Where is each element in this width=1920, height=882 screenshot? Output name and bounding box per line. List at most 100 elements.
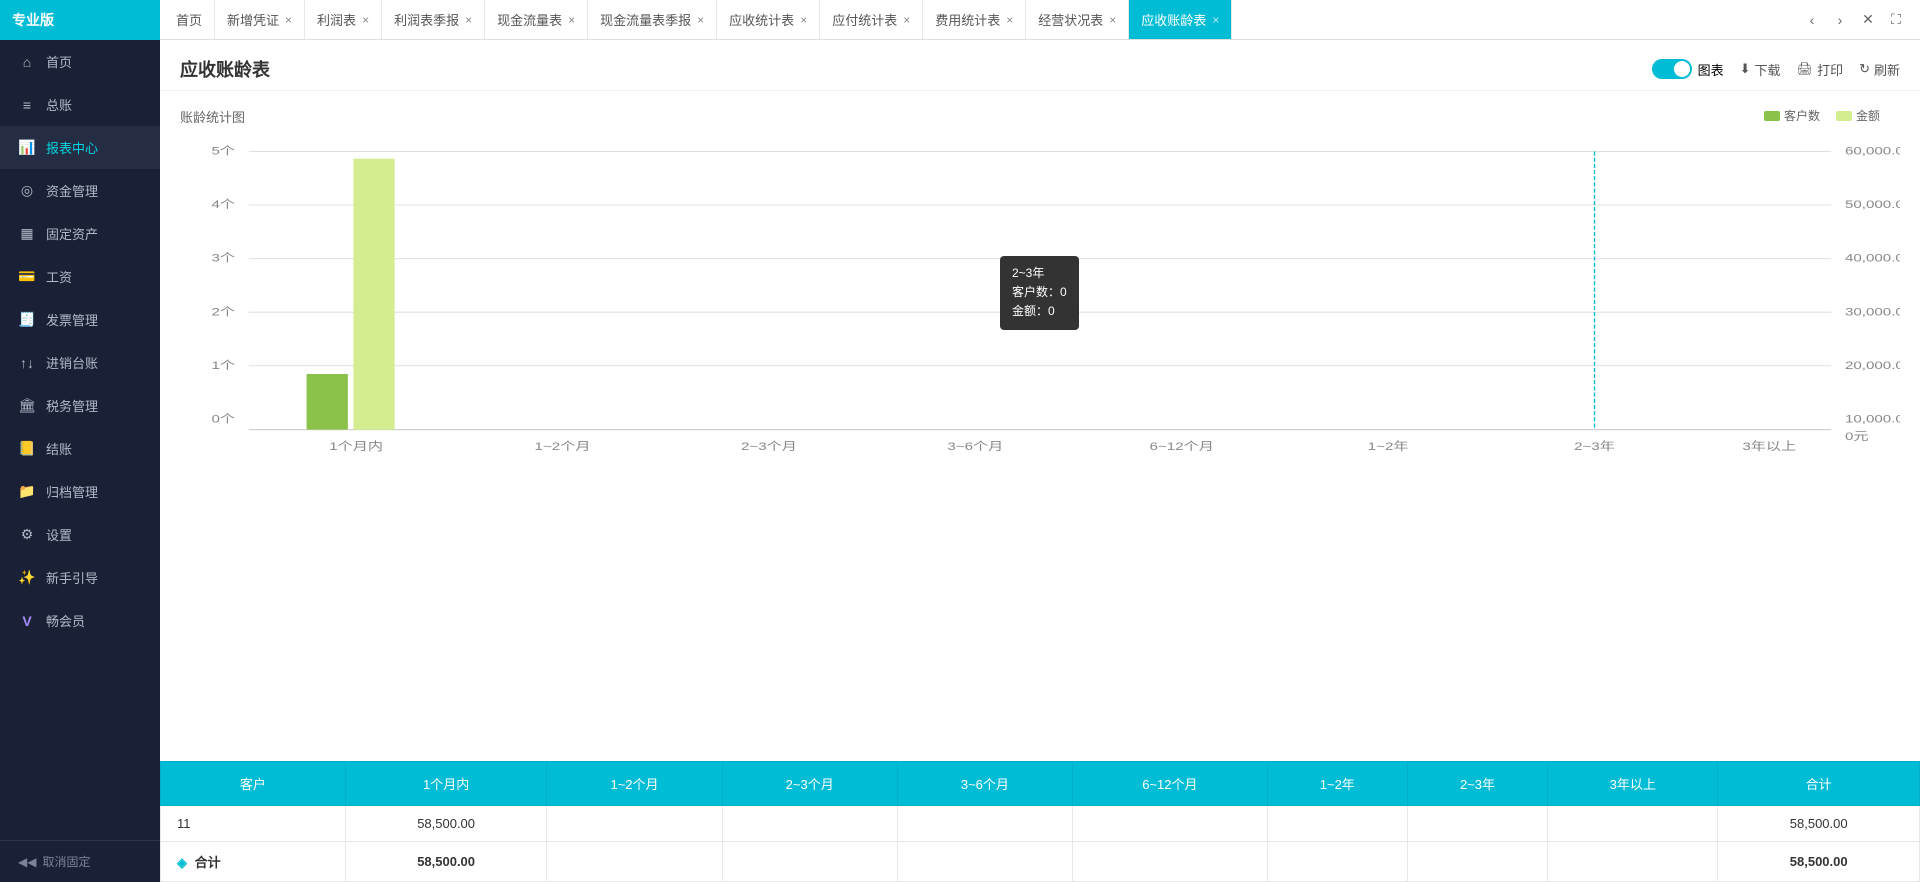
- tab-fullscreen[interactable]: ⛶: [1884, 8, 1908, 32]
- print-button[interactable]: 🖨 打印: [1797, 60, 1844, 79]
- gear-icon: ⚙: [18, 526, 36, 544]
- tab-profit[interactable]: 利润表 ×: [305, 0, 382, 40]
- table-header-row: 客户 1个月内 1~2个月 2~3个月 3~6个月 6~12个月 1~2年 2~…: [161, 762, 1920, 806]
- tab-payable-stat[interactable]: 应付统计表 ×: [820, 0, 923, 40]
- sidebar-item-label: 资金管理: [46, 181, 98, 200]
- svg-text:6~12个月: 6~12个月: [1150, 440, 1214, 453]
- ledger-icon: ≡: [18, 96, 36, 114]
- sidebar-item-label: 发票管理: [46, 310, 98, 329]
- chart-toggle[interactable]: [1652, 59, 1692, 79]
- tab-receivable-stat[interactable]: 应收统计表 ×: [717, 0, 820, 40]
- sidebar-item-archive[interactable]: 📁 归档管理: [0, 470, 160, 513]
- svg-text:0元: 0元: [1845, 430, 1869, 443]
- sidebar: 专业版 ⌂ 首页 ≡ 总账 📊 报表中心 ◎ 资金管理 ▦ 固定资产 💳 工资 …: [0, 0, 160, 882]
- tab-home[interactable]: 首页: [164, 0, 215, 40]
- download-button[interactable]: ⬇ 下载: [1740, 60, 1781, 79]
- table-row: 11 58,500.00 58,500.00: [161, 806, 1920, 842]
- total-m5: [1073, 842, 1268, 882]
- tab-cashflow-close[interactable]: ×: [568, 13, 575, 27]
- col-m7: 2~3年: [1407, 762, 1547, 806]
- tab-expense-stat[interactable]: 费用统计表 ×: [923, 0, 1026, 40]
- sidebar-item-assets[interactable]: ▦ 固定资产: [0, 212, 160, 255]
- unpin-label: 取消固定: [42, 853, 90, 870]
- total-m8: [1548, 842, 1718, 882]
- cell-m6: [1267, 806, 1407, 842]
- cell-m1: 58,500.00: [345, 806, 547, 842]
- unpin-button[interactable]: ◀◀ 取消固定: [0, 840, 160, 882]
- page-content: 应收账龄表 图表 ⬇ 下载 🖨 打印 ↻ 刷新: [160, 40, 1920, 882]
- tab-close-all[interactable]: ✕: [1856, 8, 1880, 32]
- legend-label-amount: 金额: [1856, 107, 1880, 124]
- svg-text:0个: 0个: [211, 412, 235, 425]
- total-label: ◈ 合计: [161, 842, 346, 882]
- tab-cashflow-quarter[interactable]: 现金流量表季报 ×: [588, 0, 717, 40]
- tab-profit-quarter[interactable]: 利润表季报 ×: [382, 0, 485, 40]
- tab-aging-close[interactable]: ×: [1212, 13, 1219, 27]
- cell-customer: 11: [161, 806, 346, 842]
- invoice-icon: 🧾: [18, 311, 36, 329]
- sidebar-item-label: 首页: [46, 52, 72, 71]
- sidebar-item-reports[interactable]: 📊 报表中心: [0, 126, 160, 169]
- sidebar-item-label: 设置: [46, 525, 72, 544]
- sidebar-item-ledger[interactable]: ≡ 总账: [0, 83, 160, 126]
- tab-voucher-close[interactable]: ×: [285, 13, 292, 27]
- svg-text:20,000.00元: 20,000.00元: [1845, 359, 1900, 372]
- svg-text:2~3年: 2~3年: [1574, 440, 1615, 453]
- tab-voucher-label: 新增凭证: [227, 10, 279, 29]
- cell-total: 58,500.00: [1718, 806, 1920, 842]
- col-customer: 客户: [161, 762, 346, 806]
- sidebar-item-invoice[interactable]: 🧾 发票管理: [0, 298, 160, 341]
- reports-icon: 📊: [18, 139, 36, 157]
- total-m3: [722, 842, 897, 882]
- tab-business-stat[interactable]: 经营状况表 ×: [1026, 0, 1129, 40]
- tab-controls: ‹ › ✕ ⛶: [1792, 8, 1916, 32]
- total-m6: [1267, 842, 1407, 882]
- sidebar-item-label: 税务管理: [46, 396, 98, 415]
- print-label: 打印: [1817, 60, 1843, 79]
- close-accounts-icon: 📒: [18, 440, 36, 458]
- sidebar-item-vip[interactable]: V 畅会员: [0, 599, 160, 642]
- cell-m8: [1548, 806, 1718, 842]
- refresh-button[interactable]: ↻ 刷新: [1859, 60, 1900, 79]
- total-m2: [547, 842, 722, 882]
- sidebar-item-home[interactable]: ⌂ 首页: [0, 40, 160, 83]
- header-actions: 图表 ⬇ 下载 🖨 打印 ↻ 刷新: [1652, 59, 1900, 79]
- total-m1: 58,500.00: [345, 842, 547, 882]
- tab-scroll-left[interactable]: ‹: [1800, 8, 1824, 32]
- svg-text:4个: 4个: [211, 198, 235, 211]
- tab-scroll-right[interactable]: ›: [1828, 8, 1852, 32]
- tab-aging[interactable]: 应收账龄表 ×: [1129, 0, 1232, 40]
- tax-icon: 🏛: [18, 397, 36, 415]
- tab-cashflow[interactable]: 现金流量表 ×: [485, 0, 588, 40]
- sidebar-item-tax[interactable]: 🏛 税务管理: [0, 384, 160, 427]
- svg-text:1~2年: 1~2年: [1368, 440, 1409, 453]
- cell-m4: [897, 806, 1072, 842]
- sidebar-item-funds[interactable]: ◎ 资金管理: [0, 169, 160, 212]
- sidebar-item-close[interactable]: 📒 结账: [0, 427, 160, 470]
- chart-container: 5个 4个 3个 2个 1个 0个 60,000.00元 50,000.00元 …: [180, 136, 1900, 476]
- tab-cashflow-quarter-close[interactable]: ×: [697, 13, 704, 27]
- sidebar-item-stock[interactable]: ↑↓ 进销台账: [0, 341, 160, 384]
- tab-receivable-stat-close[interactable]: ×: [800, 13, 807, 27]
- refresh-label: 刷新: [1874, 60, 1900, 79]
- chart-toggle-wrap: 图表: [1652, 59, 1724, 79]
- tab-expense-stat-close[interactable]: ×: [1006, 13, 1013, 27]
- bar-m1-amount: [353, 159, 394, 430]
- tab-profit-quarter-close[interactable]: ×: [465, 13, 472, 27]
- svg-text:3个: 3个: [211, 252, 235, 265]
- unpin-icon: ◀◀: [18, 855, 36, 869]
- sidebar-item-settings[interactable]: ⚙ 设置: [0, 513, 160, 556]
- tab-business-stat-close[interactable]: ×: [1109, 13, 1116, 27]
- sidebar-item-label: 报表中心: [46, 138, 98, 157]
- tab-profit-close[interactable]: ×: [362, 13, 369, 27]
- tab-expense-stat-label: 费用统计表: [935, 10, 1000, 29]
- tab-receivable-stat-label: 应收统计表: [729, 10, 794, 29]
- tab-voucher[interactable]: 新增凭证 ×: [215, 0, 305, 40]
- col-m3: 2~3个月: [722, 762, 897, 806]
- legend-color-customers: [1764, 111, 1780, 121]
- bar-m1-customers: [307, 374, 348, 430]
- sidebar-item-guide[interactable]: ✨ 新手引导: [0, 556, 160, 599]
- sidebar-logo: 专业版: [0, 0, 160, 40]
- sidebar-item-salary[interactable]: 💳 工资: [0, 255, 160, 298]
- tab-payable-stat-close[interactable]: ×: [903, 13, 910, 27]
